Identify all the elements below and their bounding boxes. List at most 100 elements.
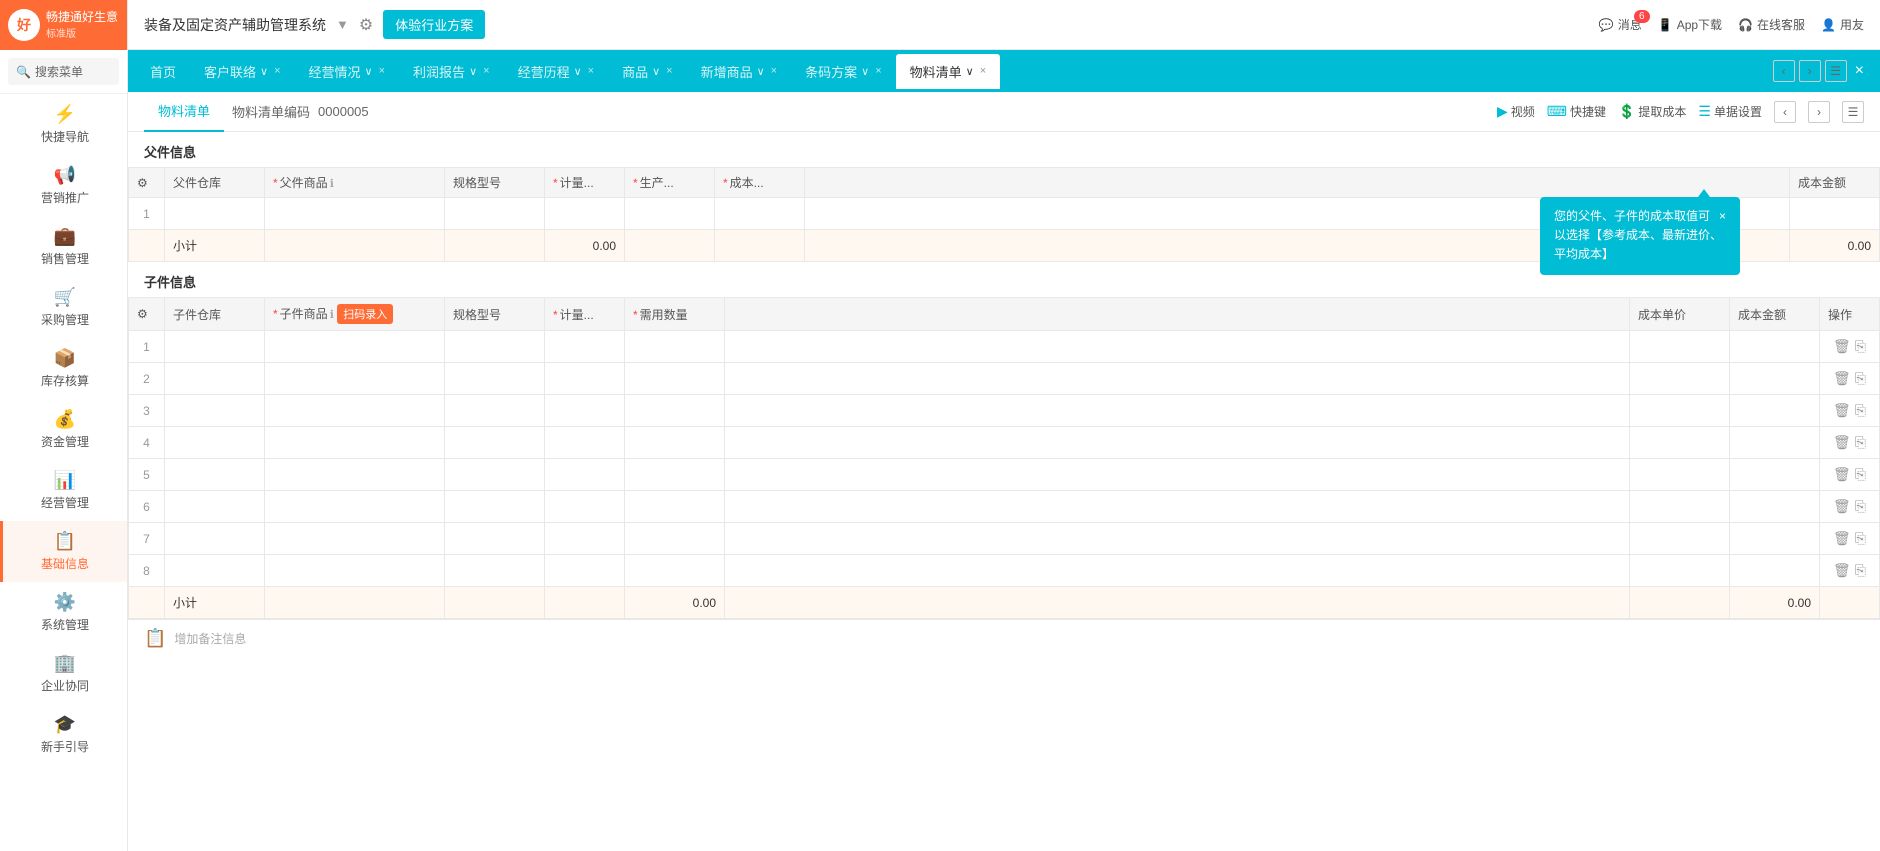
close-tab-x[interactable]: × <box>1847 62 1872 80</box>
child-cell-qty-3[interactable] <box>625 395 725 427</box>
sidebar-item-purchase[interactable]: 🛒 采购管理 <box>0 277 127 338</box>
view-btn[interactable]: ▶ 视频 <box>1497 103 1535 120</box>
tab-history-close[interactable]: × <box>588 65 594 77</box>
copy-icon-3[interactable]: ⎘ <box>1855 402 1866 419</box>
settings-icon[interactable]: ⚙ <box>359 15 373 35</box>
child-cell-product-7[interactable] <box>265 523 445 555</box>
tab-product-close[interactable]: × <box>666 65 672 77</box>
child-cell-product-2[interactable] <box>265 363 445 395</box>
delete-icon-7[interactable]: 🗑 <box>1833 530 1851 547</box>
content-nav-next[interactable]: › <box>1808 101 1830 123</box>
child-cell-spec-7[interactable] <box>445 523 545 555</box>
child-cell-warehouse-6[interactable] <box>165 491 265 523</box>
delete-icon-4[interactable]: 🗑 <box>1833 434 1851 451</box>
child-cell-qty-4[interactable] <box>625 427 725 459</box>
sidebar-item-finance[interactable]: 💰 资金管理 <box>0 399 127 460</box>
copy-icon-7[interactable]: ⎘ <box>1855 530 1866 547</box>
child-cell-product-8[interactable] <box>265 555 445 587</box>
tab-customer-close[interactable]: × <box>274 65 280 77</box>
child-cell-product-5[interactable] <box>265 459 445 491</box>
parent-cell-unit-1[interactable] <box>545 198 625 230</box>
tab-home[interactable]: 首页 <box>136 54 190 89</box>
child-cell-warehouse-2[interactable] <box>165 363 265 395</box>
delete-icon-1[interactable]: 🗑 <box>1833 338 1851 355</box>
child-cell-spec-3[interactable] <box>445 395 545 427</box>
child-cell-unitcost-6[interactable] <box>1630 491 1730 523</box>
tab-nav-prev[interactable]: ‹ <box>1773 60 1795 82</box>
child-cell-qty-1[interactable] <box>625 331 725 363</box>
child-cell-warehouse-4[interactable] <box>165 427 265 459</box>
child-cell-warehouse-7[interactable] <box>165 523 265 555</box>
search-menu-button[interactable]: 🔍 搜索菜单 <box>8 58 119 85</box>
child-cell-unitcost-5[interactable] <box>1630 459 1730 491</box>
copy-icon-6[interactable]: ⎘ <box>1855 498 1866 515</box>
search-area[interactable]: 🔍 搜索菜单 <box>0 50 127 94</box>
tooltip-close-btn[interactable]: × <box>1719 207 1726 226</box>
parent-cell-cost-1[interactable] <box>715 198 805 230</box>
tab-ops-close[interactable]: × <box>379 65 385 77</box>
tab-nav-menu[interactable]: ☰ <box>1825 60 1847 82</box>
scan-button[interactable]: 扫码录入 <box>337 304 393 324</box>
delete-icon-5[interactable]: 🗑 <box>1833 466 1851 483</box>
child-cell-unit-1[interactable] <box>545 331 625 363</box>
delete-icon-2[interactable]: 🗑 <box>1833 370 1851 387</box>
copy-icon-5[interactable]: ⎘ <box>1855 466 1866 483</box>
child-cell-unitcost-8[interactable] <box>1630 555 1730 587</box>
cost-btn[interactable]: 💲 提取成本 <box>1618 103 1686 120</box>
parent-cell-produce-1[interactable] <box>625 198 715 230</box>
child-cell-warehouse-3[interactable] <box>165 395 265 427</box>
sidebar-item-guide[interactable]: 🎓 新手引导 <box>0 704 127 765</box>
system-dropdown-icon[interactable]: ▼ <box>336 17 349 32</box>
sidebar-item-quick-nav[interactable]: ⚡ 快捷导航 <box>0 94 127 155</box>
tab-profit[interactable]: 利润报告 ∨ × <box>399 54 504 89</box>
tab-bom[interactable]: 物料清单 ∨ × <box>896 54 1001 89</box>
child-cell-qty-6[interactable] <box>625 491 725 523</box>
delete-icon-6[interactable]: 🗑 <box>1833 498 1851 515</box>
child-cell-unit-6[interactable] <box>545 491 625 523</box>
child-cell-qty-7[interactable] <box>625 523 725 555</box>
tab-profit-close[interactable]: × <box>483 65 489 77</box>
child-cell-spec-4[interactable] <box>445 427 545 459</box>
sub-tab-bom-list[interactable]: 物料清单 <box>144 92 224 132</box>
copy-icon-2[interactable]: ⎘ <box>1855 370 1866 387</box>
sidebar-item-enterprise[interactable]: 🏢 企业协同 <box>0 643 127 704</box>
child-cell-spec-6[interactable] <box>445 491 545 523</box>
child-cell-product-1[interactable] <box>265 331 445 363</box>
sidebar-item-sales[interactable]: 💼 销售管理 <box>0 216 127 277</box>
tab-nav-next[interactable]: › <box>1799 60 1821 82</box>
sidebar-item-system[interactable]: ⚙️ 系统管理 <box>0 582 127 643</box>
child-cell-unitcost-2[interactable] <box>1630 363 1730 395</box>
parent-cell-warehouse-1[interactable] <box>165 198 265 230</box>
tab-bom-close[interactable]: × <box>980 65 986 77</box>
online-service-button[interactable]: 🎧 在线客服 <box>1738 16 1805 33</box>
child-cell-unit-4[interactable] <box>545 427 625 459</box>
tab-operations[interactable]: 经营情况 ∨ × <box>295 54 400 89</box>
child-cell-warehouse-1[interactable] <box>165 331 265 363</box>
parent-cell-spec-1[interactable] <box>445 198 545 230</box>
tab-new-product[interactable]: 新增商品 ∨ × <box>687 54 792 89</box>
child-cell-unit-8[interactable] <box>545 555 625 587</box>
tab-barcode[interactable]: 条码方案 ∨ × <box>791 54 896 89</box>
content-nav-menu[interactable]: ☰ <box>1842 101 1864 123</box>
tab-customer[interactable]: 客户联络 ∨ × <box>190 54 295 89</box>
sidebar-item-basic-info[interactable]: 📋 基础信息 <box>0 521 127 582</box>
child-cell-qty-8[interactable] <box>625 555 725 587</box>
child-cell-unitcost-4[interactable] <box>1630 427 1730 459</box>
tab-barcode-close[interactable]: × <box>875 65 881 77</box>
message-button[interactable]: 💬 消息 6 <box>1599 16 1642 33</box>
tab-new-product-close[interactable]: × <box>771 65 777 77</box>
parent-cell-product-1[interactable] <box>265 198 445 230</box>
child-cell-unitcost-1[interactable] <box>1630 331 1730 363</box>
child-cell-warehouse-5[interactable] <box>165 459 265 491</box>
child-cell-spec-1[interactable] <box>445 331 545 363</box>
tab-history[interactable]: 经营历程 ∨ × <box>504 54 609 89</box>
child-cell-unit-3[interactable] <box>545 395 625 427</box>
child-cell-product-6[interactable] <box>265 491 445 523</box>
child-cell-unitcost-3[interactable] <box>1630 395 1730 427</box>
child-cell-unit-7[interactable] <box>545 523 625 555</box>
trial-button[interactable]: 体验行业方案 <box>383 10 485 39</box>
delete-icon-8[interactable]: 🗑 <box>1833 562 1851 579</box>
copy-icon-4[interactable]: ⎘ <box>1855 434 1866 451</box>
shortcut-btn[interactable]: ⌨ 快捷键 <box>1547 103 1606 120</box>
child-cell-unitcost-7[interactable] <box>1630 523 1730 555</box>
